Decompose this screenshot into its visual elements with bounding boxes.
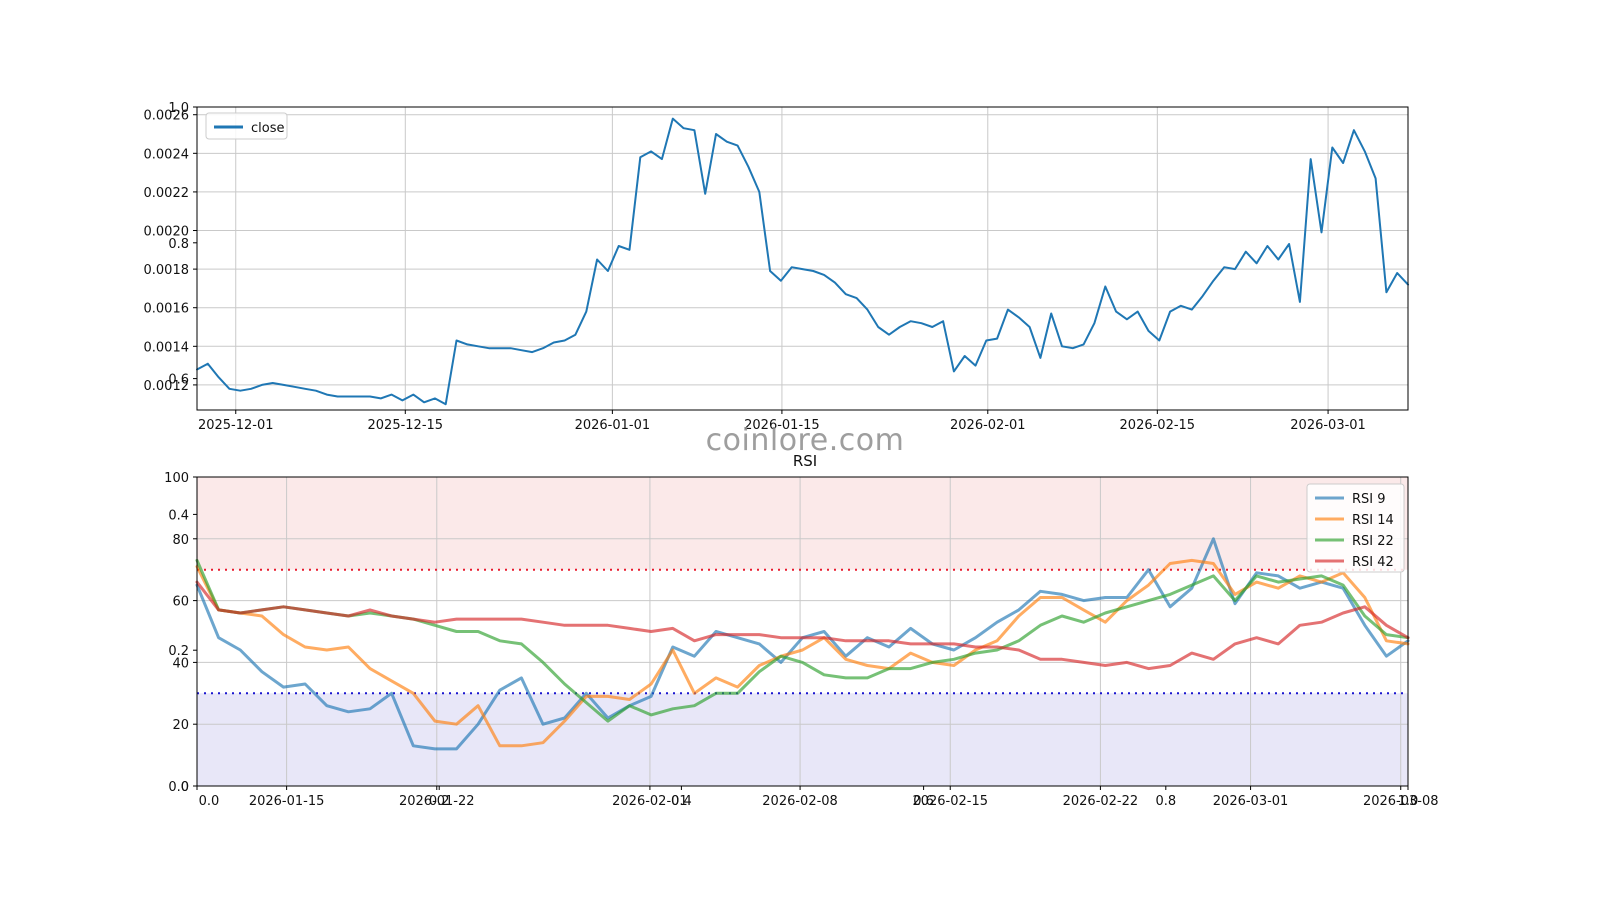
x-tick-label: 2026-01-15 xyxy=(249,794,325,809)
axes-spines xyxy=(196,106,1409,411)
legend-label: RSI 42 xyxy=(1352,555,1394,570)
y-tick-label: 0.0022 xyxy=(144,186,190,201)
chart-figure: 2025-12-01 2025-12-15 2026-01-01 2026-01-15… xyxy=(0,0,1600,900)
phantom-y-label: 0.6 xyxy=(168,373,189,388)
x-tick-label: 2026-02-22 xyxy=(1063,794,1139,809)
phantom-x-label: 1.0 xyxy=(1398,794,1419,809)
x-tick-label: 2026-03-01 xyxy=(1213,794,1289,809)
legend-label: RSI 14 xyxy=(1352,513,1394,528)
close-line xyxy=(196,117,1409,406)
y-tick-label: 80 xyxy=(172,533,189,548)
y-tick-label: 0.0024 xyxy=(144,147,190,162)
price-chart-legend: close xyxy=(205,112,288,140)
phantom-y-label: 0.0 xyxy=(168,780,189,795)
x-tick-label: 2026-02-08 xyxy=(762,794,838,809)
phantom-y-label: 0.8 xyxy=(168,237,189,252)
legend-label: RSI 22 xyxy=(1352,534,1394,549)
y-tick-label: 0.0014 xyxy=(144,340,190,355)
phantom-y-label: 0.2 xyxy=(168,644,189,659)
rsi-chart-title: RSI xyxy=(792,452,818,470)
overbought-band xyxy=(197,477,1408,570)
phantom-x-label: 0.4 xyxy=(671,794,692,809)
y-tick-label: 0.0018 xyxy=(144,263,190,278)
phantom-x-label: 0.6 xyxy=(913,794,934,809)
phantom-y-label: 1.0 xyxy=(168,101,189,116)
rsi-42-line xyxy=(195,580,1410,671)
rsi-chart: 2026-01-15 2026-01-22 2026-02-01 2026-02-08… xyxy=(164,471,1438,809)
legend-label: close xyxy=(251,121,284,136)
oversold-band xyxy=(197,693,1408,786)
phantom-y-label: 0.4 xyxy=(168,508,189,523)
phantom-x-label: 0.0 xyxy=(199,794,220,809)
legend-label: RSI 9 xyxy=(1352,492,1386,507)
phantom-x-label: 0.2 xyxy=(429,794,450,809)
price-chart: 2025-12-01 2025-12-15 2026-01-01 2026-01-15… xyxy=(144,106,1409,433)
rsi-chart-legend: RSI 9 RSI 14 RSI 22 RSI 42 xyxy=(1306,483,1405,573)
y-tick-label: 100 xyxy=(164,471,189,486)
y-tick-label: 20 xyxy=(172,718,189,733)
y-tick-label: 60 xyxy=(172,595,189,610)
phantom-x-label: 0.8 xyxy=(1155,794,1176,809)
y-tick-label: 0.0016 xyxy=(144,302,190,317)
